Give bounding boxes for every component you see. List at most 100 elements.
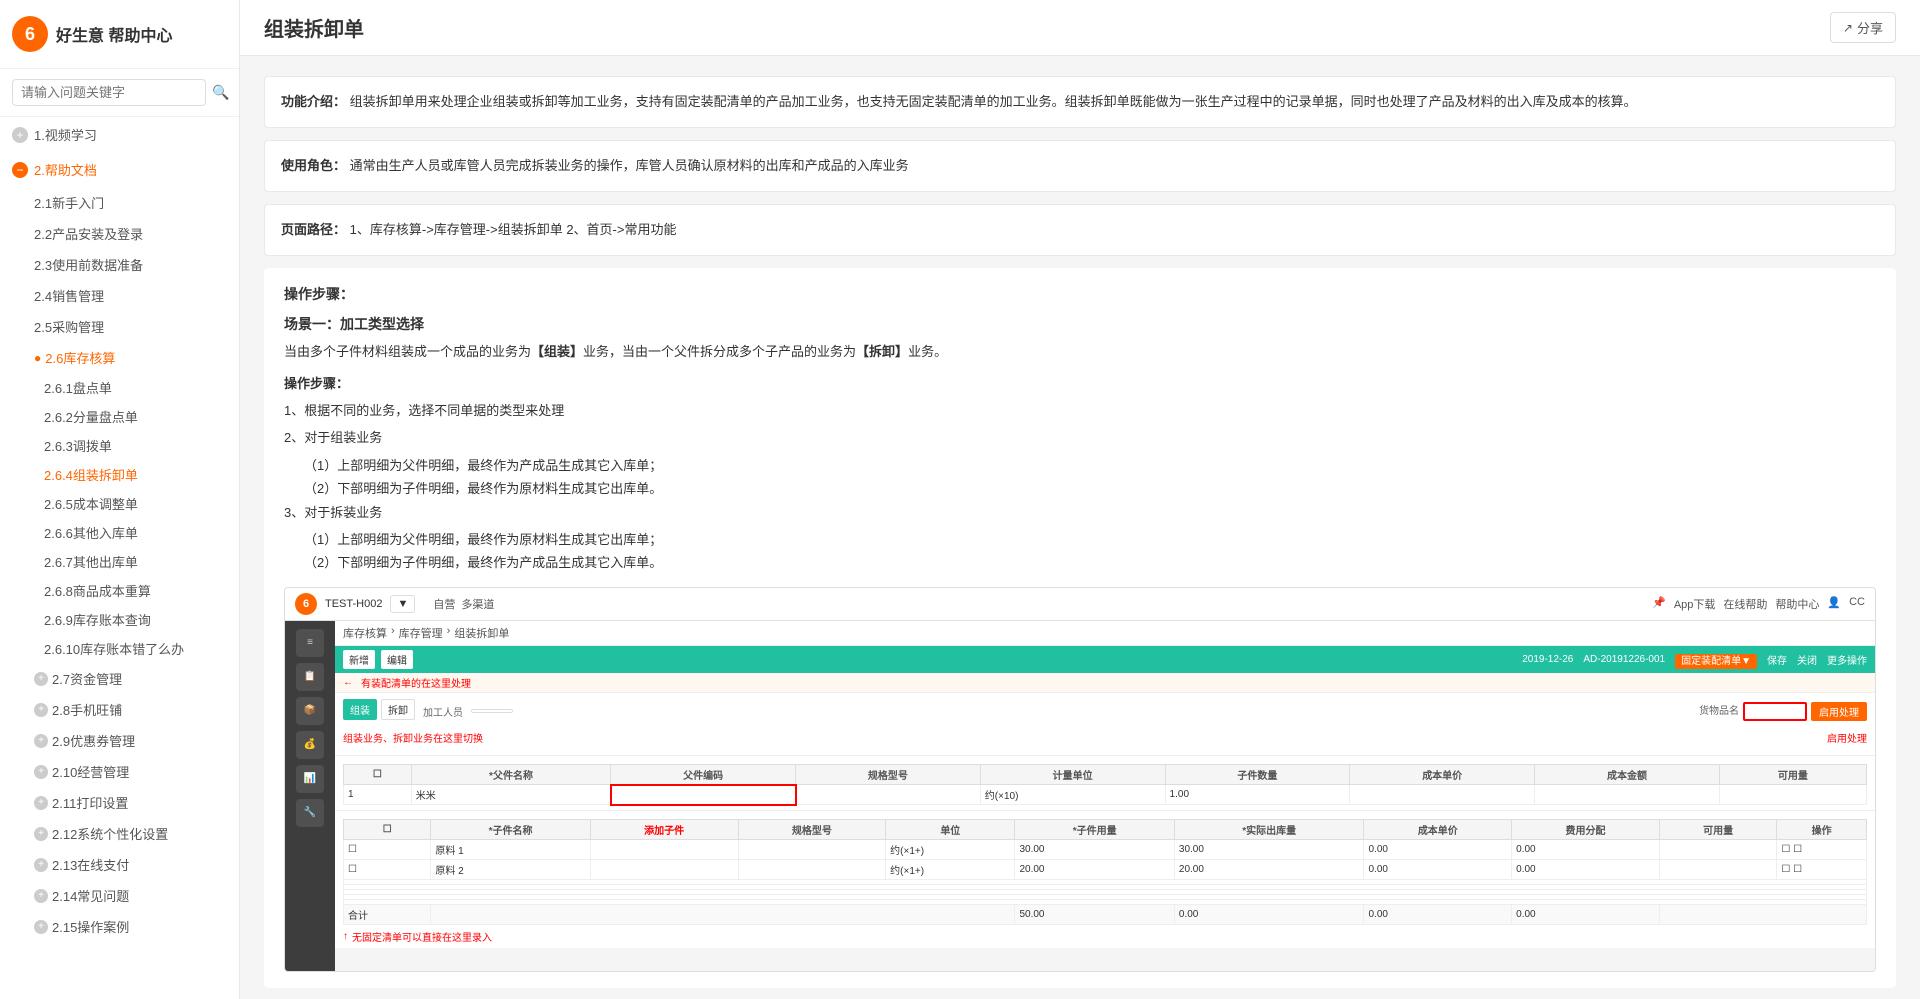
sidebar-item-mobile[interactable]: + 2.8手机旺铺 <box>0 694 239 725</box>
col-product-code: *父件名称 <box>411 764 611 785</box>
mock-breadcrumb-3: 组装拆卸单 <box>454 625 509 641</box>
expand-icon-docs: − <box>12 162 28 178</box>
mock-icon-help: 在线帮助 <box>1723 596 1767 612</box>
sidebar-item-split[interactable]: 2.6.2分量盘点单 <box>0 402 239 431</box>
col-checkbox: ☐ <box>344 764 412 785</box>
mock-close-btn: 关闭 <box>1797 652 1817 667</box>
footer-label: 合计 <box>344 904 431 924</box>
search-icon[interactable]: 🔍 <box>212 84 229 101</box>
mock-app-header: 6 TEST-H002 ▼ 自营 多渠道 📌 App下载 在线帮助 帮助中心 <box>285 588 1875 621</box>
mock-more-btn: 更多操作 <box>1827 652 1867 667</box>
mock-annotation-area1: ← 有装配清单的在这里处理 <box>335 673 1875 693</box>
mock-icon-service: 帮助中心 <box>1775 596 1819 612</box>
search-box: 🔍 <box>0 69 239 117</box>
lr-2-need: 20.00 <box>1015 859 1174 879</box>
sidebar-item-data[interactable]: 2.3使用前数据准备 <box>0 249 239 280</box>
col-spec: 规格型号 <box>796 764 981 785</box>
col-amount: 成本金额 <box>1535 764 1720 785</box>
annotation-text3: 启用处理 <box>1827 730 1867 745</box>
footer-qty: 50.00 <box>1015 904 1174 924</box>
sidebar-item-cost[interactable]: 2.6.5成本调整单 <box>0 489 239 518</box>
steps-intro: 操作步骤： <box>284 372 1876 395</box>
steps-section: 操作步骤： 场景一：加工类型选择 当由多个子件材料组装成一个成品的业务为【组装】… <box>264 268 1896 988</box>
mock-sidebar-icon-5: 📊 <box>296 765 324 793</box>
step2-sub1: （1）上部明细为父件明细，最终作为产成品生成其它入库单； <box>284 454 1876 477</box>
mock-type-selector: 组装 拆卸 <box>343 699 415 720</box>
annotation-text1: 有装配清单的在这里处理 <box>361 675 471 690</box>
mock-icon-bell: 📌 <box>1652 596 1666 612</box>
annotation-arrow4: ↑ <box>343 931 348 942</box>
lr-1-cb: ☐ <box>344 839 431 859</box>
mock-btn-disassembly-type: 拆卸 <box>381 699 415 720</box>
low-col-cost: 成本单价 <box>1364 819 1512 839</box>
sidebar-item-inventory[interactable]: ● 2.6库存核算 <box>0 342 239 373</box>
lr-2-cost: 0.00 <box>1364 859 1512 879</box>
sidebar-item-newbie[interactable]: 2.1新手入门 <box>0 187 239 218</box>
sidebar-item-docs-label: 2.帮助文档 <box>34 160 97 179</box>
mock-save-btn: 保存 <box>1767 652 1787 667</box>
lr-1-spec <box>738 839 886 859</box>
sidebar-item-check[interactable]: 2.6.9库存账本查询 <box>0 605 239 634</box>
scenario1-title: 场景一：加工类型选择 <box>284 314 1876 334</box>
sidebar-item-finance[interactable]: + 2.7资金管理 <box>0 663 239 694</box>
cell-1-code <box>611 785 796 805</box>
sidebar-item-install[interactable]: 2.2产品安装及登录 <box>0 218 239 249</box>
main-header: 组装拆卸单 ↗ 分享 <box>240 0 1920 56</box>
mock-logo: 6 <box>295 593 317 615</box>
step1: 1、根据不同的业务，选择不同单据的类型来处理 <box>284 399 1876 422</box>
sidebar-item-adjust[interactable]: 2.6.3调拨单 <box>0 431 239 460</box>
mock-btn-assembly-type: 组装 <box>343 699 377 720</box>
mock-code-label: AD-20191226-001 <box>1583 654 1665 665</box>
mock-sidebar-icon-1: ≡ <box>296 629 324 657</box>
mock-sidebar-icon-4: 💰 <box>296 731 324 759</box>
lr-1-avail <box>1659 839 1777 859</box>
sidebar-item-other-in[interactable]: 2.6.6其他入库单 <box>0 518 239 547</box>
mock-lower-row-2: ☐ 原料 2 约(×1+) 20.00 20.00 0.00 <box>344 859 1867 879</box>
footer-rest <box>1659 904 1866 924</box>
sidebar-item-docs[interactable]: − 2.帮助文档 <box>0 152 239 187</box>
lr-2-qty: 约(×1+) <box>886 859 1015 879</box>
sidebar-item-purchase[interactable]: 2.5采购管理 <box>0 311 239 342</box>
mock-form-header: 新增 编辑 2019-12-26 AD-20191226-001 固定装配清单▼… <box>335 646 1875 673</box>
role-block: 使用角色： 通常由生产人员或库管人员完成拆装业务的操作，库管人员确认原材料的出库… <box>264 140 1896 192</box>
lr-2-op: ☐ ☐ <box>1777 859 1867 879</box>
share-button[interactable]: ↗ 分享 <box>1830 12 1896 43</box>
lr-2-spec <box>738 859 886 879</box>
sidebar-item-faq[interactable]: + 2.14常见问题 <box>0 880 239 911</box>
low-col-actual: *实际出库量 <box>1174 819 1364 839</box>
sidebar-item-error[interactable]: 2.6.10库存账本错了么办 <box>0 634 239 663</box>
sidebar-item-video[interactable]: + 1.视频学习 <box>0 117 239 152</box>
annotation-text4: 无固定清单可以直接在这里录入 <box>352 929 492 944</box>
mock-sidebar-icon-2: 📋 <box>296 663 324 691</box>
lr-1-need: 30.00 <box>1015 839 1174 859</box>
search-input[interactable] <box>12 79 206 106</box>
col-qty: 计量单位 <box>980 764 1165 785</box>
sidebar-item-cost-calc[interactable]: 2.6.8商品成本重算 <box>0 576 239 605</box>
sidebar-item-coupon[interactable]: + 2.9优惠券管理 <box>0 725 239 756</box>
mock-upper-table: ☐ *父件名称 父件编码 规格型号 计量单位 子件数量 成本单价 成本金额 <box>343 764 1867 806</box>
sidebar-item-operation[interactable]: + 2.10经营管理 <box>0 756 239 787</box>
sidebar-item-payment[interactable]: + 2.13在线支付 <box>0 849 239 880</box>
low-col-amount: 费用分配 <box>1512 819 1660 839</box>
step3: 3、对于拆装业务 <box>284 501 1876 524</box>
sidebar-item-custom[interactable]: + 2.12系统个性化设置 <box>0 818 239 849</box>
mock-lower-table: ☐ *子件名称 添加子件 规格型号 单位 *子件用量 *实际出库量 成本单价 <box>343 819 1867 925</box>
logo-area: 6 好生意 帮助中心 <box>0 0 239 69</box>
nav-section: + 1.视频学习 − 2.帮助文档 2.1新手入门 2.2产品安装及登录 2.3… <box>0 117 239 942</box>
sidebar-item-print[interactable]: + 2.11打印设置 <box>0 787 239 818</box>
mock-field-input2 <box>1743 702 1807 721</box>
share-icon: ↗ <box>1843 21 1853 35</box>
mock-annotation4: ↑ 无固定清单可以直接在这里录入 <box>343 929 1867 944</box>
feature-intro-text: 组装拆卸单用来处理企业组装或拆卸等加工业务，支持有固定装配清单的产品加工业务，也… <box>350 94 1637 109</box>
sidebar-item-sales[interactable]: 2.4销售管理 <box>0 280 239 311</box>
sidebar-item-cases[interactable]: + 2.15操作案例 <box>0 911 239 942</box>
lr-1-op: ☐ ☐ <box>1777 839 1867 859</box>
footer-cost: 0.00 <box>1364 904 1512 924</box>
sidebar-item-stocktake[interactable]: 2.6.1盘点单 <box>0 373 239 402</box>
step2-sub2: （2）下部明细为子件明细，最终作为原材料生成其它出库单。 <box>284 477 1876 500</box>
sidebar-item-assembly[interactable]: 2.6.4组装拆卸单 <box>0 460 239 489</box>
sidebar-item-other-out[interactable]: 2.6.7其他出库单 <box>0 547 239 576</box>
lr-1-actual: 30.00 <box>1174 839 1364 859</box>
app-name: 好生意 帮助中心 <box>56 22 172 46</box>
mock-body: ≡ 📋 📦 💰 📊 🔧 库存核算 › <box>285 621 1875 971</box>
